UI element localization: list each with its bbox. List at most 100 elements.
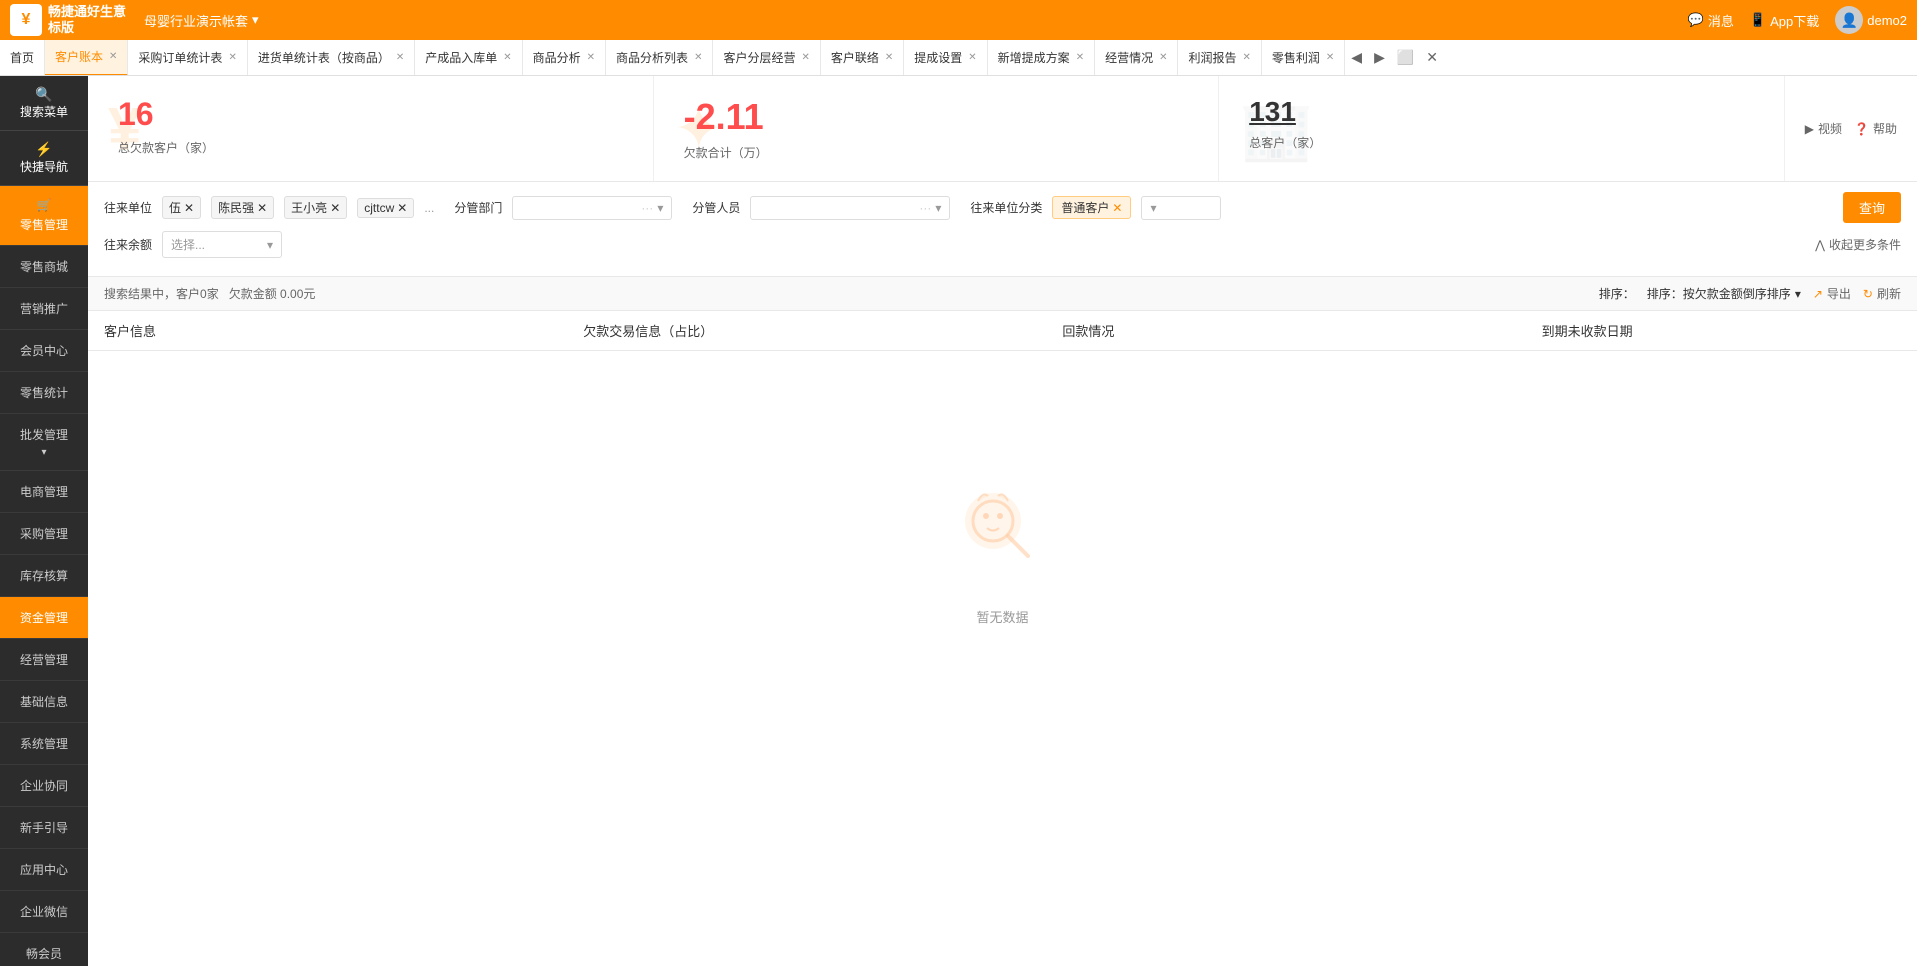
sidebar-item-enterprise[interactable]: 企业协同 xyxy=(0,765,88,807)
tab-product-analysis[interactable]: 商品分析 ✕ xyxy=(523,40,606,76)
expand-icon: ▾ xyxy=(41,447,46,458)
tab-scroll-right[interactable]: ▶ xyxy=(1368,49,1391,66)
close-icon[interactable]: ✕ xyxy=(228,52,236,63)
remove-chen-btn[interactable]: ✕ xyxy=(257,201,267,215)
member-label: 会员中心 xyxy=(20,342,68,359)
tab-scroll-left[interactable]: ◀ xyxy=(1345,49,1368,66)
table-header: 客户信息 欠款交易信息（占比） 回款情况 到期未收款日期 xyxy=(88,311,1917,351)
sidebar-item-retail-label: 零售管理 xyxy=(20,216,68,233)
export-btn[interactable]: ↗ 导出 xyxy=(1813,285,1851,302)
query-button[interactable]: 查询 xyxy=(1843,192,1901,223)
sidebar-item-base-info[interactable]: 基础信息 xyxy=(0,681,88,723)
close-icon[interactable]: ✕ xyxy=(694,52,702,63)
close-icon[interactable]: ✕ xyxy=(1326,52,1334,63)
user-name: demo2 xyxy=(1867,13,1907,28)
tab-home[interactable]: 首页 xyxy=(0,40,45,76)
sidebar-item-retail[interactable]: 🛒 零售管理 xyxy=(0,186,88,246)
sidebar-item-finance[interactable]: 资金管理 xyxy=(0,597,88,639)
tab-business-overview[interactable]: 经营情况 ✕ xyxy=(1095,40,1178,76)
tab-maximize[interactable]: ⬜ xyxy=(1391,49,1420,66)
tab-customer-segmentation[interactable]: 客户分层经营 ✕ xyxy=(713,40,820,76)
tab-new-commission[interactable]: 新增提成方案 ✕ xyxy=(988,40,1095,76)
result-bar-left: 搜索结果中，客户0家 欠款金额 0.00元 xyxy=(104,285,315,302)
tab-customer-ledger[interactable]: 客户账本 ✕ xyxy=(45,40,128,76)
sort-select[interactable]: 排序：按欠款金额倒序排序 ▾ xyxy=(1647,285,1801,302)
sidebar-quick-nav[interactable]: ⚡ 快捷导航 xyxy=(0,131,88,186)
tab-retail-profit[interactable]: 零售利润 ✕ xyxy=(1262,40,1345,76)
message-btn[interactable]: 💬 消息 xyxy=(1688,11,1734,30)
tab-purchase-order[interactable]: 采购订单统计表 ✕ xyxy=(128,40,247,76)
sidebar-item-retail-mall[interactable]: 零售商城 xyxy=(0,246,88,288)
unit-tag-cjttcw: cjttcw ✕ xyxy=(357,198,414,218)
sidebar-item-member[interactable]: 会员中心 xyxy=(0,330,88,372)
enterprise-label: 企业协同 xyxy=(20,777,68,794)
close-icon[interactable]: ✕ xyxy=(1159,52,1167,63)
person-more-icon: ··· xyxy=(919,201,931,215)
store-selector[interactable]: 母婴行业演示帐套 ▾ xyxy=(144,11,259,30)
person-select[interactable]: ··· ▾ xyxy=(750,196,950,220)
app-download-btn[interactable]: 📱 App下载 xyxy=(1750,11,1819,30)
close-icon[interactable]: ✕ xyxy=(968,52,976,63)
sidebar-item-wholesale[interactable]: 批发管理 ▾ xyxy=(0,414,88,471)
tab-customer-ledger-label: 客户账本 xyxy=(55,48,103,65)
refresh-btn[interactable]: ↻ 刷新 xyxy=(1863,285,1901,302)
content-area: ¥ 16 总欠款客户（家） ✦ -2.11 欠款合计（万） 🏢 131 总客户（… xyxy=(88,76,1917,966)
tab-customer-contact[interactable]: 客户联络 ✕ xyxy=(821,40,904,76)
topbar-left: ¥ 畅捷通好生意 标版 母婴行业演示帐套 ▾ xyxy=(10,4,259,36)
sidebar-item-inventory[interactable]: 库存核算 xyxy=(0,555,88,597)
close-icon[interactable]: ✕ xyxy=(396,52,404,63)
sidebar-item-wechat[interactable]: 企业微信 xyxy=(0,891,88,933)
close-icon[interactable]: ✕ xyxy=(885,52,893,63)
sidebar-item-system[interactable]: 系统管理 xyxy=(0,723,88,765)
guide-label: 新手引导 xyxy=(20,819,68,836)
retail-stats-label: 零售统计 xyxy=(20,384,68,401)
tab-home-label: 首页 xyxy=(10,49,34,66)
remove-normal-btn[interactable]: ✕ xyxy=(1112,201,1122,215)
video-btn[interactable]: ▶ 视频 xyxy=(1805,120,1842,137)
app-center-label: 应用中心 xyxy=(20,861,68,878)
balance-select[interactable]: 选择... ▾ xyxy=(162,231,282,258)
close-icon[interactable]: ✕ xyxy=(1243,52,1251,63)
tab-inbound-stats[interactable]: 进货单统计表（按商品） ✕ xyxy=(248,40,415,76)
sidebar-search[interactable]: 🔍 搜索菜单 xyxy=(0,76,88,131)
tab-profit-report-label: 利润报告 xyxy=(1188,49,1236,66)
logo-line1: 畅捷通好生意 xyxy=(48,4,126,20)
remove-wu-btn[interactable]: ✕ xyxy=(184,201,194,215)
summary-card-debt-customers: ¥ 16 总欠款客户（家） xyxy=(88,76,654,181)
collapse-btn[interactable]: ⋀ 收起更多条件 xyxy=(1815,236,1901,253)
sidebar-item-retail-stats[interactable]: 零售统计 xyxy=(0,372,88,414)
sidebar-item-ecommerce[interactable]: 电商管理 xyxy=(0,471,88,513)
sidebar-item-business[interactable]: 经营管理 xyxy=(0,639,88,681)
dept-select[interactable]: ··· ▾ xyxy=(512,196,672,220)
chevron-down-icon: ▾ xyxy=(252,12,259,28)
sidebar-item-app-center[interactable]: 应用中心 xyxy=(0,849,88,891)
tab-profit-report[interactable]: 利润报告 ✕ xyxy=(1178,40,1261,76)
close-icon[interactable]: ✕ xyxy=(587,52,595,63)
tab-commission-settings[interactable]: 提成设置 ✕ xyxy=(904,40,987,76)
mobile-icon: 📱 xyxy=(1750,12,1766,28)
finance-label: 资金管理 xyxy=(20,609,68,626)
vip-label: 畅会员 xyxy=(26,945,62,962)
sidebar-item-guide[interactable]: 新手引导 xyxy=(0,807,88,849)
close-icon[interactable]: ✕ xyxy=(503,52,511,63)
help-btn[interactable]: ❓ 帮助 xyxy=(1854,120,1897,137)
total-customers-value: 131 xyxy=(1249,96,1296,128)
sidebar-item-marketing[interactable]: 营销推广 xyxy=(0,288,88,330)
remove-wang-btn[interactable]: ✕ xyxy=(330,201,340,215)
sidebar-item-purchase[interactable]: 采购管理 xyxy=(0,513,88,555)
refresh-label: 刷新 xyxy=(1877,285,1901,302)
sidebar-item-vip[interactable]: 畅会员 xyxy=(0,933,88,966)
filter-more-units[interactable]: ... xyxy=(424,201,434,215)
tab-product-analysis-label: 商品分析 xyxy=(533,49,581,66)
close-icon[interactable]: ✕ xyxy=(109,51,117,62)
close-icon[interactable]: ✕ xyxy=(801,52,809,63)
user-profile[interactable]: 👤 demo2 xyxy=(1835,6,1907,34)
remove-cjttcw-btn[interactable]: ✕ xyxy=(397,201,407,215)
video-label: 视频 xyxy=(1818,120,1842,137)
close-icon[interactable]: ✕ xyxy=(1076,52,1084,63)
total-customers-label: 总客户（家） xyxy=(1249,134,1321,151)
tab-product-inbound[interactable]: 产成品入库单 ✕ xyxy=(415,40,522,76)
tab-product-analysis-list[interactable]: 商品分析列表 ✕ xyxy=(606,40,713,76)
unit-type-select[interactable]: ▾ xyxy=(1141,196,1221,220)
tab-close-all[interactable]: ✕ xyxy=(1420,49,1444,66)
